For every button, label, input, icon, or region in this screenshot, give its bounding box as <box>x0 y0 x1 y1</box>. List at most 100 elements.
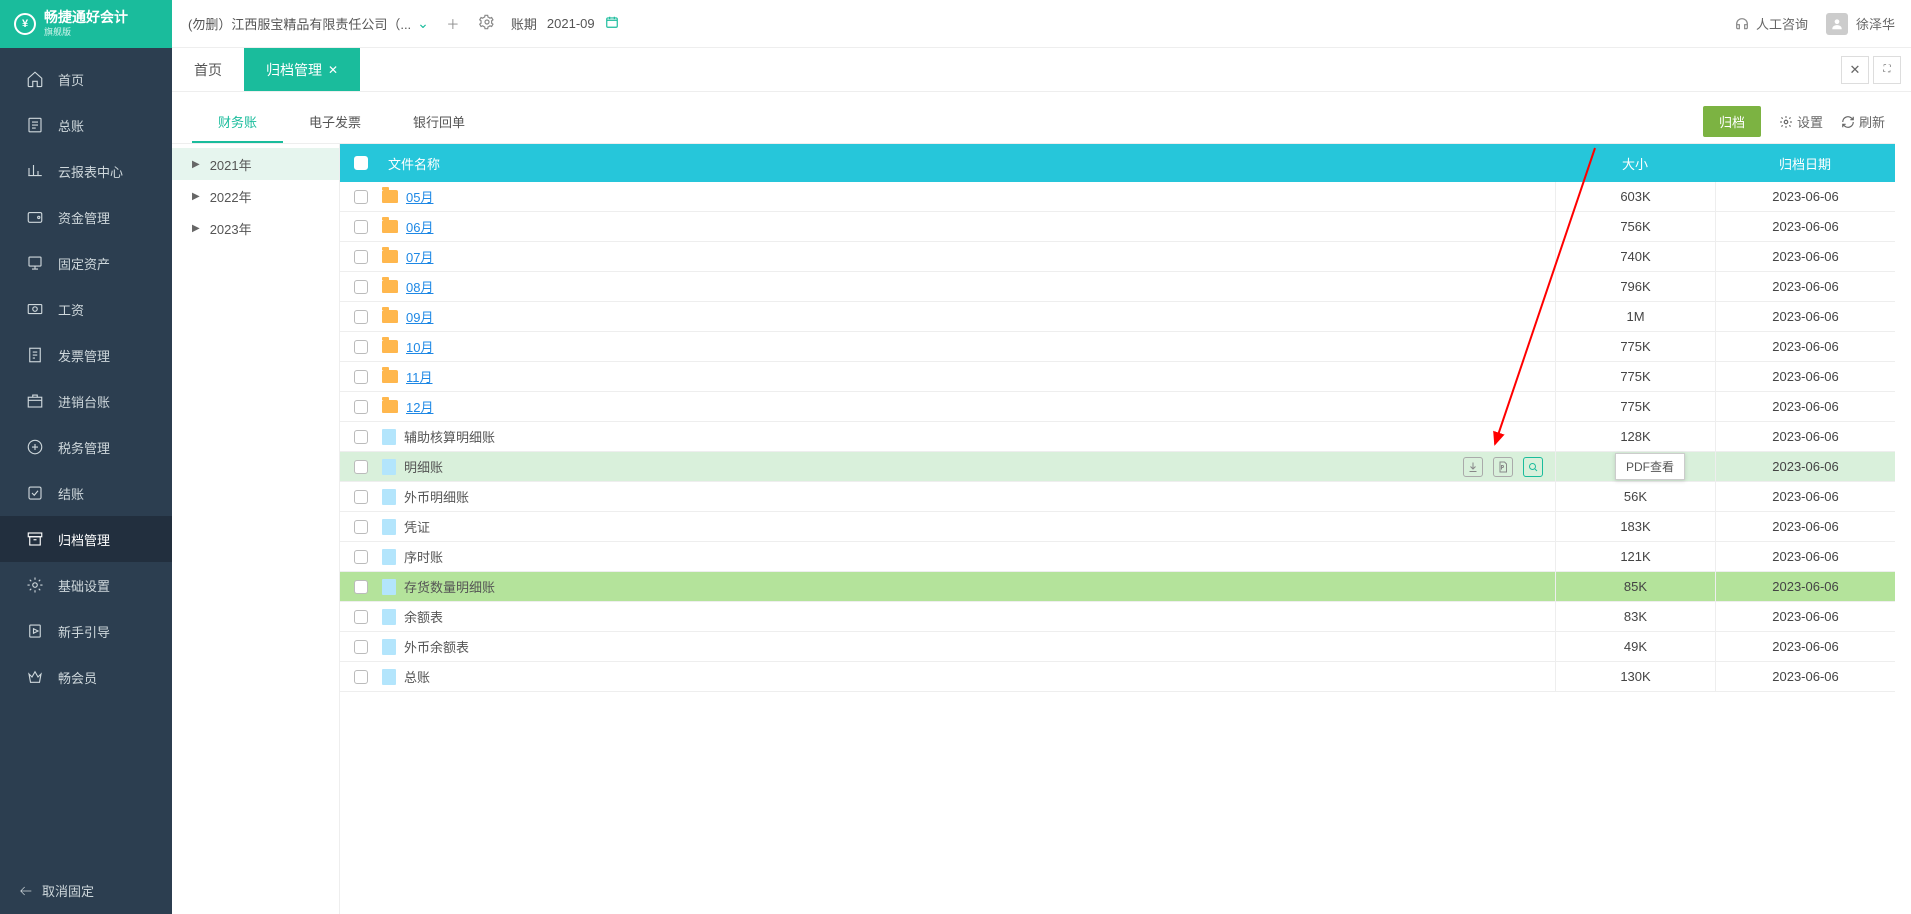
table-row[interactable]: 明细账PDF查看30K2023-06-06 <box>340 452 1895 482</box>
row-checkbox[interactable] <box>354 580 368 594</box>
table-row[interactable]: 05月603K2023-06-06 <box>340 182 1895 212</box>
pdf-icon[interactable] <box>1493 457 1513 477</box>
tab-首页[interactable]: 首页 <box>172 48 244 91</box>
sidebar-item-home[interactable]: 首页 <box>0 56 172 102</box>
sidebar-item-guide[interactable]: 新手引导 <box>0 608 172 654</box>
table-row[interactable]: 08月796K2023-06-06 <box>340 272 1895 302</box>
sidebar-item-label: 新手引导 <box>58 622 110 641</box>
sidebar-item-label: 云报表中心 <box>58 162 123 181</box>
tab-归档管理[interactable]: 归档管理✕ <box>244 48 360 91</box>
sidebar-item-ledger[interactable]: 总账 <box>0 102 172 148</box>
file-name-link[interactable]: 09月 <box>406 307 433 326</box>
subtab-财务账[interactable]: 财务账 <box>192 102 283 143</box>
row-checkbox[interactable] <box>354 670 368 684</box>
row-checkbox[interactable] <box>354 610 368 624</box>
sidebar-item-stock[interactable]: 进销台账 <box>0 378 172 424</box>
tab-fullscreen[interactable]: ⛶ <box>1873 56 1901 84</box>
row-checkbox[interactable] <box>354 400 368 414</box>
pin-icon <box>18 883 34 899</box>
tree-item[interactable]: ▶2023年 <box>172 212 339 244</box>
row-checkbox[interactable] <box>354 640 368 654</box>
add-button[interactable]: ＋ <box>443 14 463 33</box>
row-checkbox[interactable] <box>354 190 368 204</box>
period-selector[interactable]: 账期 2021-09 <box>511 14 619 33</box>
file-size: 83K <box>1555 602 1715 631</box>
row-checkbox[interactable] <box>354 490 368 504</box>
row-checkbox[interactable] <box>354 310 368 324</box>
archive-date: 2023-06-06 <box>1715 302 1895 331</box>
row-checkbox[interactable] <box>354 250 368 264</box>
tab-close-all[interactable]: ✕ <box>1841 56 1869 84</box>
table-row[interactable]: 余额表83K2023-06-06 <box>340 602 1895 632</box>
sidebar-item-tax[interactable]: 税务管理 <box>0 424 172 470</box>
sidebar-item-invoice[interactable]: 发票管理 <box>0 332 172 378</box>
table-row[interactable]: 外币明细账56K2023-06-06 <box>340 482 1895 512</box>
tree-item[interactable]: ▶2022年 <box>172 180 339 212</box>
table-row[interactable]: 外币余额表49K2023-06-06 <box>340 632 1895 662</box>
file-name-link[interactable]: 11月 <box>406 367 433 386</box>
row-checkbox[interactable] <box>354 430 368 444</box>
sidebar-item-salary[interactable]: 工资 <box>0 286 172 332</box>
archive-date: 2023-06-06 <box>1715 212 1895 241</box>
file-name-link[interactable]: 07月 <box>406 247 433 266</box>
row-checkbox[interactable] <box>354 280 368 294</box>
row-checkbox[interactable] <box>354 340 368 354</box>
sidebar-item-archive[interactable]: 归档管理 <box>0 516 172 562</box>
table-row[interactable]: 凭证183K2023-06-06 <box>340 512 1895 542</box>
table-row[interactable]: 10月775K2023-06-06 <box>340 332 1895 362</box>
brand-logo[interactable]: ¥ 畅捷通好会计 旗舰版 <box>0 0 172 48</box>
table-row[interactable]: 11月775K2023-06-06 <box>340 362 1895 392</box>
settings-link[interactable]: 设置 <box>1779 112 1823 131</box>
archive-date: 2023-06-06 <box>1715 602 1895 631</box>
sidebar-item-asset[interactable]: 固定资产 <box>0 240 172 286</box>
sidebar-item-wallet[interactable]: 资金管理 <box>0 194 172 240</box>
row-checkbox[interactable] <box>354 370 368 384</box>
settings-icon[interactable] <box>477 14 497 33</box>
sidebar-item-gear[interactable]: 基础设置 <box>0 562 172 608</box>
subtab-电子发票[interactable]: 电子发票 <box>283 102 387 143</box>
company-selector[interactable]: (勿删）江西服宝精品有限责任公司（... ⌄ <box>188 14 429 33</box>
preview-icon[interactable] <box>1523 457 1543 477</box>
table-row[interactable]: 09月1M2023-06-06 <box>340 302 1895 332</box>
sidebar-item-vip[interactable]: 畅会员 <box>0 654 172 700</box>
table-row[interactable]: 12月775K2023-06-06 <box>340 392 1895 422</box>
file-name-link[interactable]: 10月 <box>406 337 433 356</box>
user-menu[interactable]: 徐泽华 <box>1826 13 1895 35</box>
table-row[interactable]: 辅助核算明细账128K2023-06-06 <box>340 422 1895 452</box>
tree-item[interactable]: ▶2021年 <box>172 148 339 180</box>
download-icon[interactable] <box>1463 457 1483 477</box>
file-size: 130K <box>1555 662 1715 691</box>
archive-button[interactable]: 归档 <box>1703 106 1761 137</box>
file-name-link[interactable]: 12月 <box>406 397 433 416</box>
table-row[interactable]: 07月740K2023-06-06 <box>340 242 1895 272</box>
table-row[interactable]: 序时账121K2023-06-06 <box>340 542 1895 572</box>
table-row[interactable]: 总账130K2023-06-06 <box>340 662 1895 692</box>
sidebar-item-chart[interactable]: 云报表中心 <box>0 148 172 194</box>
caret-icon: ▶ <box>192 223 200 234</box>
archive-date: 2023-06-06 <box>1715 182 1895 211</box>
file-name-link[interactable]: 08月 <box>406 277 433 296</box>
refresh-icon <box>1841 115 1855 129</box>
file-size: 121K <box>1555 542 1715 571</box>
topbar: (勿删）江西服宝精品有限责任公司（... ⌄ ＋ 账期 2021-09 人工咨询 <box>172 0 1911 48</box>
folder-icon <box>382 190 398 203</box>
row-checkbox[interactable] <box>354 520 368 534</box>
refresh-link[interactable]: 刷新 <box>1841 112 1885 131</box>
table-row[interactable]: 存货数量明细账85K2023-06-06 <box>340 572 1895 602</box>
sidebar-item-close-period[interactable]: 结账 <box>0 470 172 516</box>
file-name-link[interactable]: 05月 <box>406 187 433 206</box>
file-name: 辅助核算明细账 <box>404 427 495 446</box>
table-row[interactable]: 06月756K2023-06-06 <box>340 212 1895 242</box>
file-size: 128K <box>1555 422 1715 451</box>
sidebar-pin-toggle[interactable]: 取消固定 <box>0 867 172 914</box>
row-checkbox[interactable] <box>354 220 368 234</box>
folder-icon <box>382 280 398 293</box>
row-checkbox[interactable] <box>354 550 368 564</box>
select-all-checkbox[interactable] <box>354 156 368 170</box>
user-name: 徐泽华 <box>1856 14 1895 33</box>
file-name-link[interactable]: 06月 <box>406 217 433 236</box>
subtab-银行回单[interactable]: 银行回单 <box>387 102 491 143</box>
row-checkbox[interactable] <box>354 460 368 474</box>
close-icon[interactable]: ✕ <box>328 63 338 77</box>
support-link[interactable]: 人工咨询 <box>1734 14 1808 33</box>
